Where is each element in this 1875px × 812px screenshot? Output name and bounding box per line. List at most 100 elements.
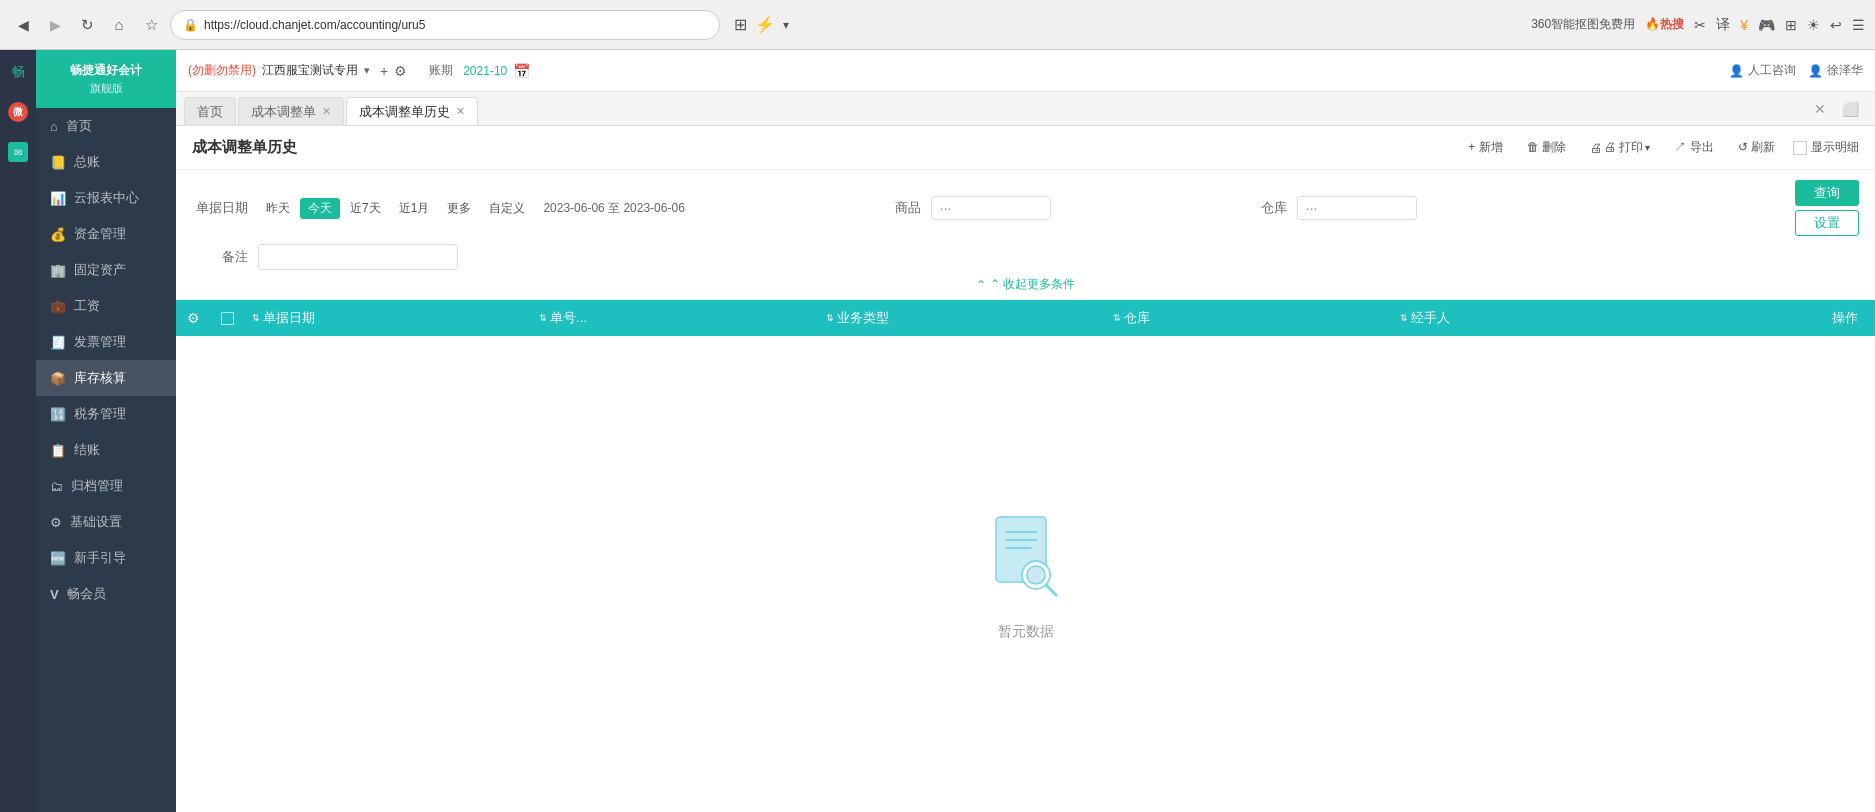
warehouse-filter-select[interactable]: ··· [1297, 196, 1417, 220]
warehouse-filter-label: 仓库 [1261, 199, 1287, 217]
nav-label-reports: 云报表中心 [74, 189, 139, 207]
delete-btn[interactable]: 🗑 删除 [1517, 136, 1576, 159]
add-company-icon[interactable]: + [380, 63, 388, 79]
export-btn[interactable]: ↗ 导出 [1664, 136, 1723, 159]
nav-item-settle[interactable]: 📋 结账 [36, 432, 176, 468]
nav-item-invoice[interactable]: 🧾 发票管理 [36, 324, 176, 360]
translate-icon[interactable]: 译 [1716, 16, 1730, 34]
bookmark-button[interactable]: ☆ [138, 12, 164, 38]
home-icon: ⌂ [50, 119, 58, 134]
th-checkbox[interactable] [210, 312, 244, 325]
menu-icon[interactable]: ☰ [1852, 17, 1865, 33]
nav-item-funds[interactable]: 💰 资金管理 [36, 216, 176, 252]
user-info[interactable]: 👤 徐泽华 [1808, 62, 1863, 79]
calendar-icon[interactable]: 📅 [513, 63, 530, 79]
icon-sidebar-app[interactable]: 畅 [0, 54, 36, 90]
archive-icon: 🗂 [50, 479, 63, 494]
icon-sidebar-weibo[interactable]: 微 [0, 94, 36, 130]
nav-item-tax[interactable]: 🔢 税务管理 [36, 396, 176, 432]
sun-icon[interactable]: ☀ [1807, 17, 1820, 33]
user-avatar-icon: 👤 [1808, 64, 1823, 78]
icon-sidebar-msg[interactable]: ✉ [0, 134, 36, 170]
company-name: 江西服宝测试专用 [262, 62, 358, 79]
warehouse-dots: ··· [1306, 200, 1318, 216]
filter-area: 单据日期 昨天 今天 近7天 近1月 更多 自定义 2023-06-06 至 2… [176, 170, 1875, 300]
th-checkbox-box[interactable] [221, 312, 234, 325]
th-sort-up-date: ⇅ [252, 313, 260, 323]
goods-filter-select[interactable]: ··· [931, 196, 1051, 220]
nav-item-ledger[interactable]: 📒 总账 [36, 144, 176, 180]
forward-button[interactable]: ▶ [42, 12, 68, 38]
invoice-icon: 🧾 [50, 335, 66, 350]
url-bar[interactable]: 🔒 https://cloud.chanjet.com/accounting/u… [170, 10, 720, 40]
nav-item-salary[interactable]: 💼 工资 [36, 288, 176, 324]
tab-cost-adjust-history[interactable]: 成本调整单历史 ✕ [346, 97, 478, 125]
th-number[interactable]: ⇅ 单号... [531, 309, 818, 327]
nav-item-guide[interactable]: 🆕 新手引导 [36, 540, 176, 576]
logo-main: 畅捷通好会计 [70, 62, 142, 79]
nav-label-invoice: 发票管理 [74, 333, 126, 351]
print-dropdown-icon[interactable]: ▾ [1645, 142, 1650, 153]
show-full-checkbox-group[interactable]: 显示明细 [1793, 139, 1859, 156]
smart-cutout-label[interactable]: 360智能抠图免费用 [1531, 16, 1635, 33]
scissors-icon[interactable]: ✂ [1694, 17, 1706, 33]
lock-icon: 🔒 [183, 18, 198, 32]
tab-home[interactable]: 首页 [184, 97, 236, 125]
top-header: (勿删勿禁用) 江西服宝测试专用 ▾ + ⚙ 账期 2021-10 📅 👤 人工… [176, 50, 1875, 92]
undo-icon[interactable]: ↩ [1830, 17, 1842, 33]
date-btn-today[interactable]: 今天 [300, 198, 340, 219]
date-btn-7days[interactable]: 近7天 [342, 198, 389, 219]
icon-sidebar: 畅 微 ✉ [0, 50, 36, 812]
nav-item-member[interactable]: V 畅会员 [36, 576, 176, 612]
wallet-icon[interactable]: ¥ [1740, 17, 1748, 33]
th-date[interactable]: ⇅ 单据日期 [244, 309, 531, 327]
settings-gear-icon[interactable]: ⚙ [394, 63, 407, 79]
game-icon[interactable]: 🎮 [1758, 17, 1775, 33]
tab-maximize[interactable]: ⬜ [1834, 101, 1867, 117]
show-full-checkbox[interactable] [1793, 141, 1807, 155]
th-sort-up-number: ⇅ [539, 313, 547, 323]
collapse-label: ⌃ 收起更多条件 [990, 276, 1075, 293]
grid-icon[interactable]: ⊞ [1785, 17, 1797, 33]
date-btn-more[interactable]: 更多 [439, 198, 479, 219]
new-btn[interactable]: + 新增 [1458, 136, 1512, 159]
url-text: https://cloud.chanjet.com/accounting/uru… [204, 18, 425, 32]
hot-search-label[interactable]: 🔥热搜 [1645, 16, 1684, 33]
th-biz-type[interactable]: ⇅ 业务类型 [818, 309, 1105, 327]
date-btn-yesterday[interactable]: 昨天 [258, 198, 298, 219]
home-button[interactable]: ⌂ [106, 12, 132, 38]
nav-item-inventory[interactable]: 📦 库存核算 [36, 360, 176, 396]
nav-label-ledger: 总账 [74, 153, 100, 171]
th-warehouse[interactable]: ⇅ 仓库 [1105, 309, 1392, 327]
consultant-btn[interactable]: 👤 人工咨询 [1729, 62, 1796, 79]
date-btn-custom[interactable]: 自定义 [481, 198, 533, 219]
nav-item-archive[interactable]: 🗂 归档管理 [36, 468, 176, 504]
tab-close-all[interactable]: ✕ [1806, 101, 1834, 117]
tab-cost-adjust-history-close[interactable]: ✕ [456, 105, 465, 118]
refresh-btn[interactable]: ↺ 刷新 [1728, 136, 1785, 159]
remarks-filter-input[interactable] [258, 244, 458, 270]
nav-item-reports[interactable]: 📊 云报表中心 [36, 180, 176, 216]
query-btn[interactable]: 查询 [1795, 180, 1859, 206]
reload-button[interactable]: ↻ [74, 12, 100, 38]
company-dropdown-icon[interactable]: ▾ [364, 64, 370, 77]
date-btn-1month[interactable]: 近1月 [391, 198, 438, 219]
nav-label-funds: 资金管理 [74, 225, 126, 243]
goods-dots: ··· [940, 200, 952, 216]
settle-icon: 📋 [50, 443, 66, 458]
funds-icon: 💰 [50, 227, 66, 242]
tab-cost-adjust[interactable]: 成本调整单 ✕ [238, 97, 344, 125]
th-gear[interactable]: ⚙ [176, 310, 210, 326]
tab-cost-adjust-close[interactable]: ✕ [322, 105, 331, 118]
empty-state-icon [976, 507, 1076, 607]
nav-label-settle: 结账 [74, 441, 100, 459]
nav-item-home[interactable]: ⌂ 首页 [36, 108, 176, 144]
nav-item-assets[interactable]: 🏢 固定资产 [36, 252, 176, 288]
collapse-filter-btn[interactable]: ⌃ ⌃ 收起更多条件 [192, 276, 1859, 293]
print-icon: 🖨 [1590, 141, 1602, 155]
print-btn-group[interactable]: 🖨 🖨 打印 ▾ [1580, 136, 1660, 159]
back-button[interactable]: ◀ [10, 12, 36, 38]
th-operator[interactable]: ⇅ 经手人 [1392, 309, 1815, 327]
nav-item-base-settings[interactable]: ⚙ 基础设置 [36, 504, 176, 540]
settings-filter-btn[interactable]: 设置 [1795, 210, 1859, 236]
